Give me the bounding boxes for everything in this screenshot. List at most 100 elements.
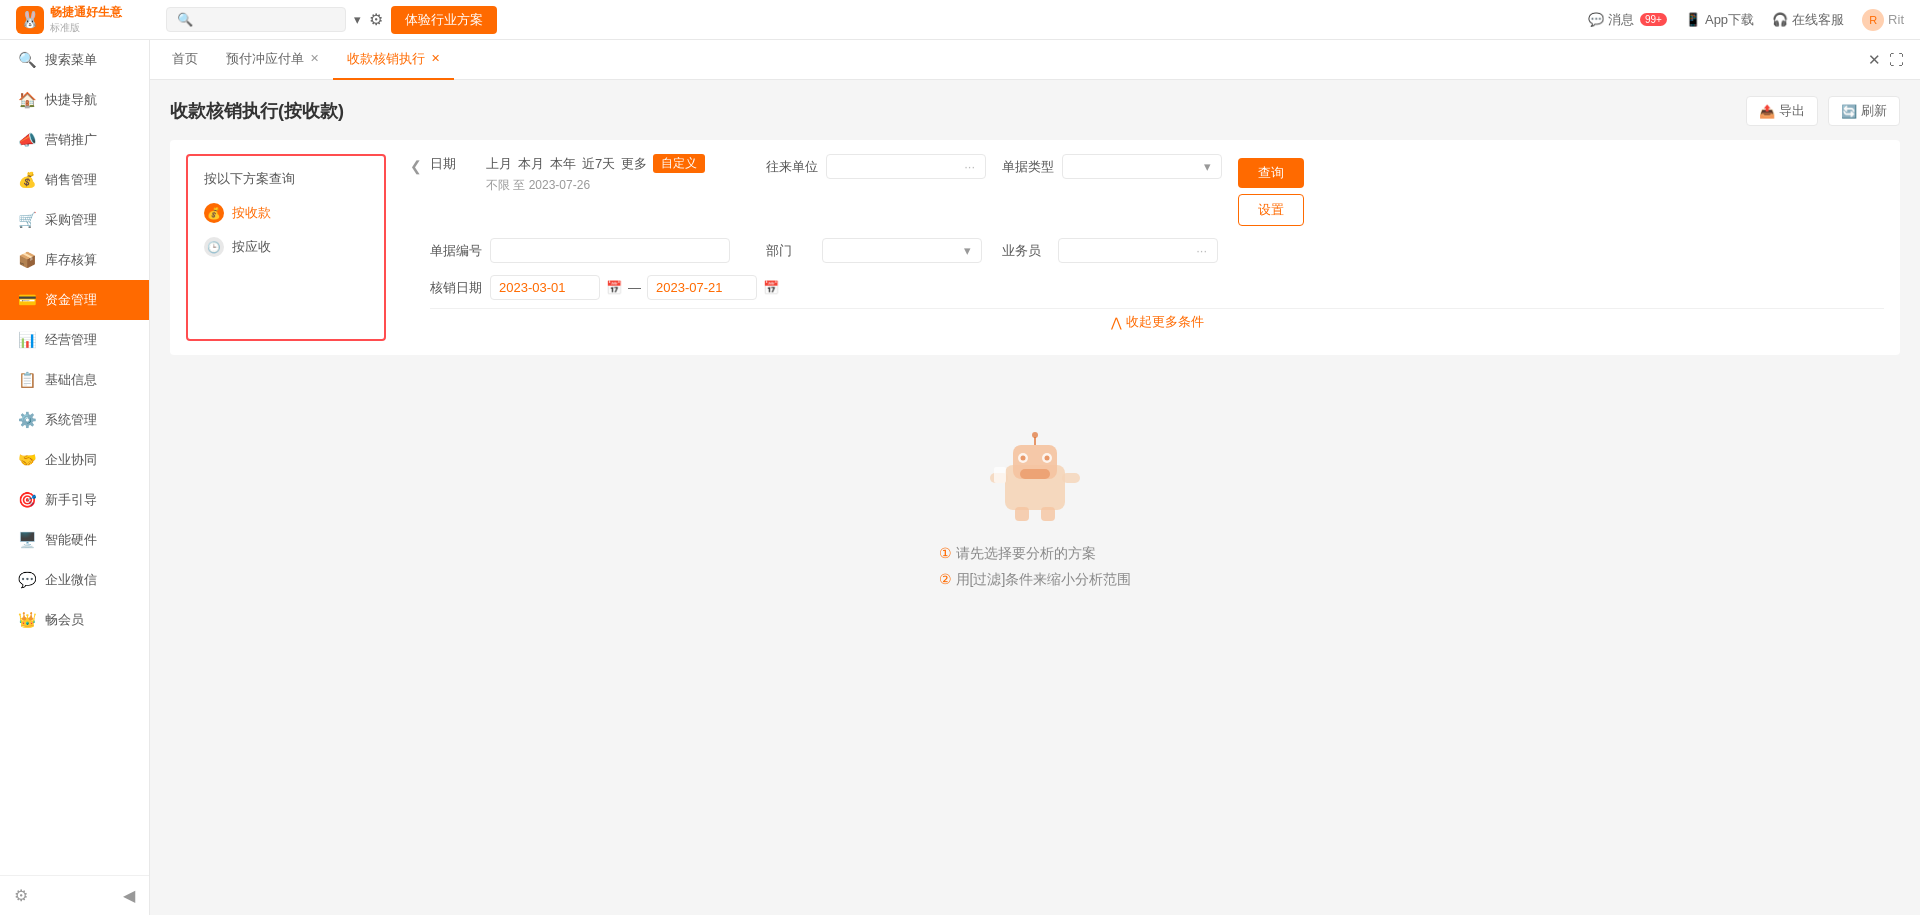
by-receivable-icon: 🕒 (204, 237, 224, 257)
filter-sidebar: 按以下方案查询 💰 按收款 🕒 按应收 (186, 154, 386, 341)
filter-sidebar-title: 按以下方案查询 (188, 166, 384, 196)
sidebar-item-search-menu[interactable]: 🔍 搜索菜单 (0, 40, 149, 80)
logo-text: 畅捷通好生意 (50, 4, 122, 21)
verify-date-range: 📅 — 📅 (490, 275, 779, 300)
page-header: 收款核销执行(按收款) 📤 导出 🔄 刷新 (170, 96, 1900, 126)
tabbar-actions: ✕ ⛶ (1868, 51, 1912, 69)
tab-home[interactable]: 首页 (158, 40, 212, 80)
date-7days[interactable]: 近7天 (582, 155, 615, 173)
sidebar-item-inventory[interactable]: 📦 库存核算 (0, 240, 149, 280)
doc-no-label: 单据编号 (430, 242, 482, 260)
verify-date-end-cal-icon[interactable]: 📅 (763, 280, 779, 295)
topbar-search-box[interactable]: 🔍 (166, 7, 346, 32)
query-buttons: 查询 设置 (1238, 158, 1304, 226)
sidebar-item-vip[interactable]: 👑 畅会员 (0, 600, 149, 640)
service-icon: 🎧 (1772, 12, 1788, 27)
newbie-icon: 🎯 (18, 491, 37, 509)
sidebar-item-smart-hw[interactable]: 🖥️ 智能硬件 (0, 520, 149, 560)
tab-prepay-offset[interactable]: 预付冲应付单 ✕ (212, 40, 333, 80)
basic-info-icon: 📋 (18, 371, 37, 389)
marketing-icon: 📣 (18, 131, 37, 149)
collapse-up-icon: ⋀ (1111, 315, 1122, 330)
date-more[interactable]: 更多 (621, 155, 647, 173)
verify-date-label: 核销日期 (430, 279, 482, 297)
date-this-month[interactable]: 本月 (518, 155, 544, 173)
doc-no-input[interactable] (490, 238, 730, 263)
staff-input[interactable]: ··· (1058, 238, 1218, 263)
sidebar-item-fund[interactable]: 💳 资金管理 (0, 280, 149, 320)
by-receipt-icon: 💰 (204, 203, 224, 223)
sidebar-item-purchase[interactable]: 🛒 采购管理 (0, 200, 149, 240)
svg-rect-6 (1020, 469, 1050, 479)
fund-icon: 💳 (18, 291, 37, 309)
message-badge: 99+ (1640, 13, 1667, 26)
svg-rect-10 (1062, 473, 1080, 483)
sidebar: 🔍 搜索菜单 🏠 快捷导航 📣 营销推广 💰 销售管理 🛒 采购管理 📦 库存核… (0, 40, 150, 915)
tabbar: 首页 预付冲应付单 ✕ 收款核销执行 ✕ ✕ ⛶ (150, 40, 1920, 80)
sidebar-item-system[interactable]: ⚙️ 系统管理 (0, 400, 149, 440)
collapse-more-btn[interactable]: ⋀ 收起更多条件 (430, 308, 1884, 341)
sidebar-item-enterprise-wx[interactable]: 💬 企业微信 (0, 560, 149, 600)
solution-btn[interactable]: 体验行业方案 (391, 6, 497, 34)
sidebar-collapse-icon[interactable]: ◀ (123, 886, 135, 905)
date-last-month[interactable]: 上月 (486, 155, 512, 173)
topbar-dropdown-icon[interactable]: ▾ (354, 12, 361, 27)
query-btn[interactable]: 查询 (1238, 158, 1304, 188)
staff-label: 业务员 (1002, 242, 1050, 260)
tab-receivable-offset[interactable]: 收款核销执行 ✕ (333, 40, 454, 80)
topbar-center: 🔍 ▾ ⚙ 体验行业方案 (166, 6, 1588, 34)
date-range-text: 不限 至 2023-07-26 (486, 178, 590, 192)
topbar: 🐰 畅捷通好生意 标准版 🔍 ▾ ⚙ 体验行业方案 💬 消息 99+ 📱 App… (0, 0, 1920, 40)
topbar-message[interactable]: 💬 消息 99+ (1588, 11, 1667, 29)
verify-date-start-cal-icon[interactable]: 📅 (606, 280, 622, 295)
filter-scheme-by-receivable[interactable]: 🕒 按应收 (188, 230, 384, 264)
date-this-year[interactable]: 本年 (550, 155, 576, 173)
doc-type-select[interactable]: ▾ (1062, 154, 1222, 179)
dept-label: 部门 (766, 242, 814, 260)
topbar-search-input[interactable] (199, 13, 339, 27)
filter-panel: 按以下方案查询 💰 按收款 🕒 按应收 ❮ 日期 (170, 140, 1900, 355)
app-icon: 📱 (1685, 12, 1701, 27)
verify-date-end-input[interactable] (647, 275, 757, 300)
filter-sidebar-collapse-icon[interactable]: ❮ (402, 154, 430, 341)
doc-type-label: 单据类型 (1002, 158, 1054, 176)
close-prepay-tab-icon[interactable]: ✕ (310, 52, 319, 65)
svg-rect-12 (1015, 507, 1029, 521)
svg-point-5 (1045, 456, 1050, 461)
logo: 🐰 畅捷通好生意 标准版 (16, 4, 166, 35)
purchase-icon: 🛒 (18, 211, 37, 229)
logo-icon: 🐰 (16, 6, 44, 34)
sidebar-item-newbie[interactable]: 🎯 新手引导 (0, 480, 149, 520)
verify-date-start-input[interactable] (490, 275, 600, 300)
sidebar-item-operation[interactable]: 📊 经营管理 (0, 320, 149, 360)
topbar-user[interactable]: R Rit (1862, 9, 1904, 31)
smart-hw-icon: 🖥️ (18, 531, 37, 549)
topbar-gear-icon[interactable]: ⚙ (369, 10, 383, 29)
topbar-app-download[interactable]: 📱 App下载 (1685, 11, 1754, 29)
filter-scheme-by-receipt[interactable]: 💰 按收款 (188, 196, 384, 230)
maximize-icon[interactable]: ⛶ (1889, 51, 1904, 68)
dept-select[interactable]: ▾ (822, 238, 982, 263)
sidebar-item-sales[interactable]: 💰 销售管理 (0, 160, 149, 200)
main-content: 首页 预付冲应付单 ✕ 收款核销执行 ✕ ✕ ⛶ 收款核销执行(按收款) 📤 导… (150, 40, 1920, 915)
sidebar-item-marketing[interactable]: 📣 营销推广 (0, 120, 149, 160)
sidebar-settings-icon[interactable]: ⚙ (14, 886, 28, 905)
counterpart-input[interactable]: ··· (826, 154, 986, 179)
svg-rect-11 (994, 467, 1006, 483)
counterpart-label: 往来单位 (766, 158, 818, 176)
refresh-btn[interactable]: 🔄 刷新 (1828, 96, 1900, 126)
svg-point-4 (1021, 456, 1026, 461)
close-all-tabs-icon[interactable]: ✕ (1868, 51, 1881, 69)
setting-btn[interactable]: 设置 (1238, 194, 1304, 226)
sidebar-item-quick-nav[interactable]: 🏠 快捷导航 (0, 80, 149, 120)
sidebar-item-enterprise[interactable]: 🤝 企业协同 (0, 440, 149, 480)
date-custom-badge[interactable]: 自定义 (653, 154, 705, 173)
search-icon: 🔍 (177, 12, 193, 27)
vip-icon: 👑 (18, 611, 37, 629)
close-receivable-tab-icon[interactable]: ✕ (431, 52, 440, 65)
empty-state: ①请先选择要分析的方案 ②用[过滤]条件来缩小分析范围 (170, 365, 1900, 637)
empty-robot-illustration (985, 425, 1085, 525)
sidebar-item-basic-info[interactable]: 📋 基础信息 (0, 360, 149, 400)
topbar-online-service[interactable]: 🎧 在线客服 (1772, 11, 1844, 29)
export-btn[interactable]: 📤 导出 (1746, 96, 1818, 126)
